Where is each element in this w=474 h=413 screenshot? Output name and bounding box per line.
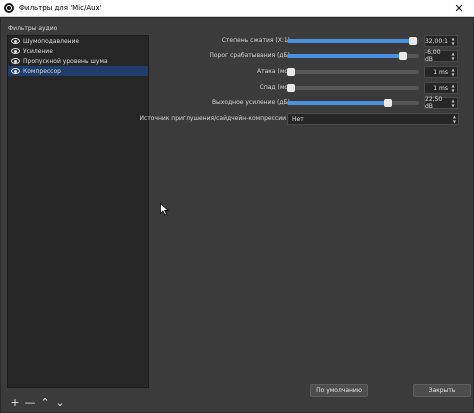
filter-item-noise-suppression[interactable]: Шумоподавление <box>8 36 148 46</box>
sidechain-select[interactable]: Нет ▲ ▼ <box>287 113 459 125</box>
threshold-label: Порог срабатывания (дБ) <box>209 52 290 59</box>
release-label: Спад (мс) <box>259 84 290 91</box>
visibility-eye-icon[interactable] <box>11 48 20 54</box>
spin-arrows-icon[interactable]: ▲ ▼ <box>450 67 456 77</box>
filter-item-label: Пропускной уровень шума <box>23 57 108 65</box>
close-window-icon[interactable]: ✕ <box>444 0 474 17</box>
filter-item-label: Шумоподавление <box>23 37 80 45</box>
output-gain-row: Выходное усиление (дБ) 22,50 dB ▲ ▼ <box>151 96 471 110</box>
slider-fill <box>287 39 413 43</box>
filter-item-noise-gate[interactable]: Пропускной уровень шума <box>8 56 148 66</box>
release-spinbox[interactable]: 1 ms ▲ ▼ <box>424 82 458 94</box>
slider-fill <box>287 54 403 58</box>
attack-value: 1 ms <box>433 68 448 76</box>
ratio-spinbox[interactable]: 32,00:1 ▲ ▼ <box>424 35 458 47</box>
spin-arrows-icon[interactable]: ▲ ▼ <box>450 51 456 61</box>
add-filter-icon[interactable]: + <box>9 396 21 408</box>
window-title: Фильтры для 'Mic/Aux' <box>19 4 102 12</box>
ratio-slider[interactable] <box>287 37 419 45</box>
ratio-label: Степень сжатия (X:1) <box>221 37 290 44</box>
filter-list-toolbar: + — ⌃ ⌄ <box>9 396 66 408</box>
sidechain-value: Нет <box>292 115 304 123</box>
select-arrows-icon: ▲ ▼ <box>452 114 456 124</box>
sidechain-label: Источник приглушения/сайдчейн-компрессии <box>139 115 286 122</box>
release-slider[interactable] <box>287 84 419 92</box>
attack-spinbox[interactable]: 1 ms ▲ ▼ <box>424 66 458 78</box>
title-bar: Фильтры для 'Mic/Aux' ✕ <box>0 0 474 17</box>
slider-handle[interactable] <box>287 68 295 76</box>
filter-item-gain[interactable]: Усиление <box>8 46 148 56</box>
slider-handle[interactable] <box>398 52 407 60</box>
move-down-icon[interactable]: ⌄ <box>54 396 66 408</box>
output-gain-label: Выходное усиление (дБ) <box>211 99 290 106</box>
filter-list[interactable]: Шумоподавление Усиление Пропускной урове… <box>7 35 149 388</box>
release-value: 1 ms <box>433 84 448 92</box>
move-up-icon[interactable]: ⌃ <box>39 396 51 408</box>
mouse-cursor-icon <box>160 203 169 216</box>
threshold-slider[interactable] <box>287 52 419 60</box>
attack-label: Атака (мс) <box>257 68 290 75</box>
visibility-eye-icon[interactable] <box>11 68 20 74</box>
slider-handle[interactable] <box>408 37 417 45</box>
output-gain-spinbox[interactable]: 22,50 dB ▲ ▼ <box>424 96 458 110</box>
filter-item-label: Усиление <box>23 47 53 55</box>
filter-item-compressor[interactable]: Компрессор <box>8 66 148 76</box>
filters-window: Фильтры аудио Шумоподавление Усиление Пр… <box>0 17 474 413</box>
spin-arrows-icon[interactable]: ▲ ▼ <box>450 83 456 93</box>
sidechain-row: Источник приглушения/сайдчейн-компрессии… <box>139 113 471 125</box>
slider-fill <box>287 101 388 105</box>
spin-arrows-icon[interactable]: ▲ ▼ <box>450 36 456 46</box>
filter-item-label: Компрессор <box>23 67 61 75</box>
threshold-row: Порог срабатывания (дБ) -6,00 dB ▲ ▼ <box>151 49 471 63</box>
attack-row: Атака (мс) 1 ms ▲ ▼ <box>151 66 471 78</box>
remove-filter-icon[interactable]: — <box>24 396 36 408</box>
threshold-spinbox[interactable]: -6,00 dB ▲ ▼ <box>424 49 458 63</box>
output-gain-slider[interactable] <box>287 99 419 107</box>
threshold-value: -6,00 dB <box>425 49 441 63</box>
output-gain-value: 22,50 dB <box>425 96 443 110</box>
ratio-value: 32,00:1 <box>424 37 448 45</box>
slider-handle[interactable] <box>383 99 392 107</box>
close-button[interactable]: Закрыть <box>413 384 471 397</box>
slider-handle[interactable] <box>287 84 295 92</box>
audio-filters-label: Фильтры аудио <box>8 25 58 32</box>
release-row: Спад (мс) 1 ms ▲ ▼ <box>151 82 471 94</box>
ratio-row: Степень сжатия (X:1) 32,00:1 ▲ ▼ <box>151 35 471 47</box>
defaults-button[interactable]: По умолчанию <box>310 384 368 397</box>
obs-app-icon <box>4 3 14 13</box>
spin-arrows-icon[interactable]: ▲ ▼ <box>450 98 456 108</box>
visibility-eye-icon[interactable] <box>11 38 20 44</box>
visibility-eye-icon[interactable] <box>11 58 20 64</box>
attack-slider[interactable] <box>287 68 419 76</box>
